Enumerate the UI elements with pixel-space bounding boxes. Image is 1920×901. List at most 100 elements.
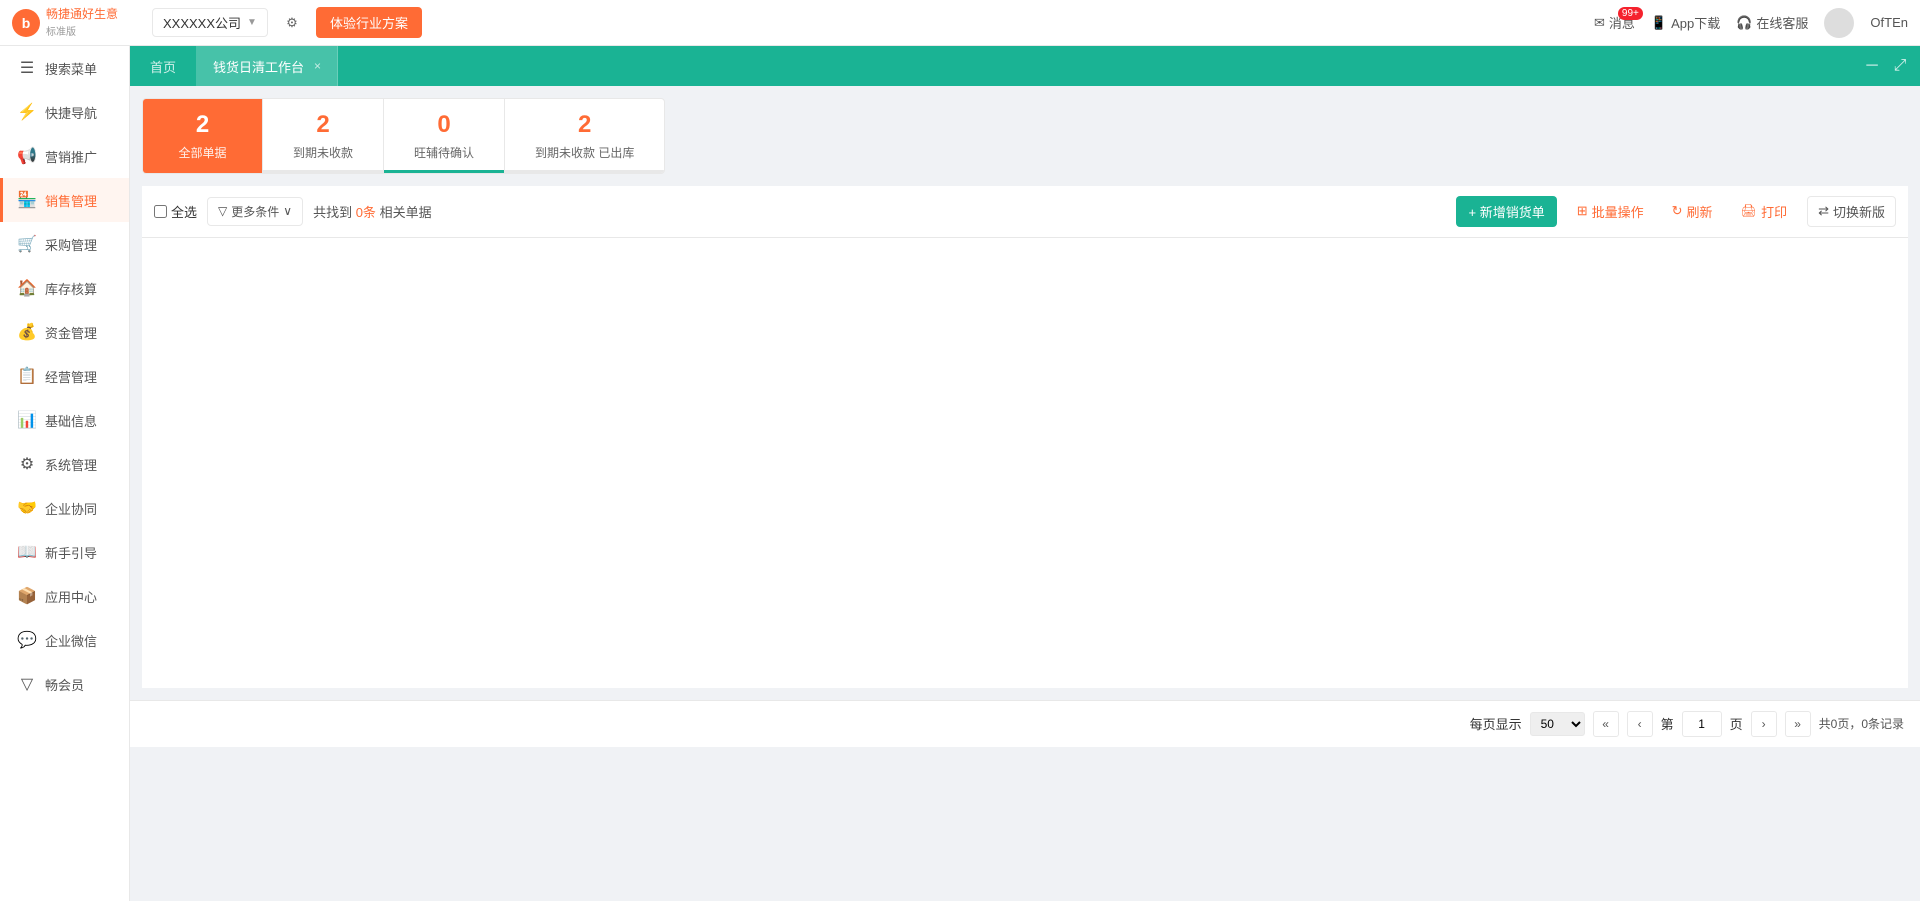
stat-card-pending[interactable]: 0 旺辅待确认 [384,99,505,173]
sidebar-item-cooperation[interactable]: 🤝 企业协同 [0,486,129,530]
batch-icon: ⊞ [1577,203,1588,219]
stat-label-all: 全部单据 [173,144,232,161]
stat-number-overdue: 2 [293,111,353,140]
new-sale-order-button[interactable]: + 新增销货单 [1456,196,1556,227]
stat-number-all: 2 [173,111,232,140]
current-page-input[interactable] [1682,711,1722,737]
sidebar-item-guide[interactable]: 📖 新手引导 [0,530,129,574]
sidebar-label-sales: 销售管理 [45,191,97,210]
sidebar-label-finance: 资金管理 [45,323,97,342]
tab-label: 钱货日清工作台 [213,57,304,76]
app-download-label: App下载 [1671,13,1720,32]
avatar-name: OfTEn [1870,15,1908,30]
sidebar-label-cooperation: 企业协同 [45,499,97,518]
sidebar-item-marketing[interactable]: 📢 营销推广 [0,134,129,178]
stat-label-pending: 旺辅待确认 [414,144,474,161]
prev-page-button[interactable]: ‹ [1627,711,1653,737]
company-name: XXXXXX公司 [163,13,241,32]
switch-icon: ⇄ [1818,203,1829,219]
app-download-button[interactable]: 📱 App下载 [1651,13,1720,32]
sidebar-item-search-menu[interactable]: ☰ 搜索菜单 [0,46,129,90]
logo-area: b 畅捷通好生意 标准版 [12,7,142,38]
stat-card-all[interactable]: 2 全部单据 [143,99,263,173]
batch-operation-button[interactable]: ⊞ 批量操作 [1569,197,1652,226]
stat-underline-overdue [263,170,383,173]
tab-minimize-button[interactable]: ─ [1860,54,1884,78]
message-icon: ✉ [1594,15,1605,31]
filter-label: 更多条件 [231,203,279,220]
found-text: 共找到 0条 相关单据 [313,202,432,221]
tab-bar-actions: ─ ⤢ [1852,46,1920,86]
page-size-select[interactable]: 50 20 100 [1530,712,1585,736]
sidebar-item-operation[interactable]: 📋 经营管理 [0,354,129,398]
sidebar-icon-base-info: 📊 [17,410,37,430]
sidebar-icon-quick-nav: ⚡ [17,102,37,122]
refresh-button[interactable]: ↻ 刷新 [1664,197,1721,226]
online-service-label: 在线客服 [1756,13,1808,32]
sidebar-label-operation: 经营管理 [45,367,97,386]
main-content: 2 全部单据 2 到期未收款 0 旺辅待确认 2 到期未收款 已出库 全选 [130,86,1920,901]
chevron-down-icon: ▼ [247,17,257,28]
sidebar-item-wechat[interactable]: 💬 企业微信 [0,618,129,662]
sidebar-item-sales[interactable]: 🏪 销售管理 [0,178,129,222]
sidebar-label-purchase: 采购管理 [45,235,97,254]
sidebar-item-inventory[interactable]: 🏠 库存核算 [0,266,129,310]
next-page-button[interactable]: › [1751,711,1777,737]
found-count: 0条 [356,205,376,220]
sidebar-icon-finance: 💰 [17,322,37,342]
stat-label-overdue: 到期未收款 [293,144,353,161]
settings-button[interactable]: ⚙ [278,9,306,37]
trial-button[interactable]: 体验行业方案 [316,7,422,38]
first-page-button[interactable]: « [1593,711,1619,737]
print-button[interactable]: 🖨 打印 [1733,197,1796,226]
page-label: 第 [1661,714,1674,733]
sidebar-item-finance[interactable]: 💰 资金管理 [0,310,129,354]
stat-underline-all [143,170,262,173]
batch-label: 批量操作 [1592,202,1644,221]
refresh-icon: ↻ [1672,203,1683,219]
page-of-label: 页 [1730,714,1743,733]
table-area: 全选 ▽ 更多条件 ∨ 共找到 0条 相关单据 + 新增销货单 [142,186,1908,688]
switch-version-button[interactable]: ⇄ 切换新版 [1807,196,1896,227]
tab-钱货日清工作台[interactable]: 钱货日清工作台 × [197,46,338,86]
sidebar-icon-sales: 🏪 [17,190,37,210]
toolbar-right: + 新增销货单 ⊞ 批量操作 ↻ 刷新 🖨 打印 ⇄ [1456,196,1896,227]
tab-bar: 首页钱货日清工作台 × ─ ⤢ [130,46,1920,86]
stat-card-overdue[interactable]: 2 到期未收款 [263,99,384,173]
sidebar-icon-operation: 📋 [17,366,37,386]
select-all-checkbox[interactable]: 全选 [154,202,197,221]
company-selector[interactable]: XXXXXX公司 ▼ [152,8,268,37]
top-header: b 畅捷通好生意 标准版 XXXXXX公司 ▼ ⚙ 体验行业方案 ✉ 消息 99… [0,0,1920,46]
filter-button[interactable]: ▽ 更多条件 ∨ [207,197,303,226]
page-size-label: 每页显示 [1470,714,1522,733]
avatar[interactable] [1824,8,1854,38]
print-icon: 🖨 [1741,203,1758,219]
sidebar-icon-wechat: 💬 [17,630,37,650]
sidebar-item-quick-nav[interactable]: ⚡ 快捷导航 [0,90,129,134]
sidebar-item-base-info[interactable]: 📊 基础信息 [0,398,129,442]
sidebar-item-member[interactable]: ▽ 畅会员 [0,662,129,706]
messages-badge: 99+ [1618,7,1643,20]
tab-首页[interactable]: 首页 [130,46,197,86]
content-area: 2 全部单据 2 到期未收款 0 旺辅待确认 2 到期未收款 已出库 全选 [130,86,1920,700]
toolbar: 全选 ▽ 更多条件 ∨ 共找到 0条 相关单据 + 新增销货单 [142,186,1908,238]
sidebar-label-marketing: 营销推广 [45,147,97,166]
sidebar-label-wechat: 企业微信 [45,631,97,650]
chevron-icon: ∨ [283,204,292,218]
sidebar-label-search-menu: 搜索菜单 [45,59,97,78]
sidebar-item-app-center[interactable]: 📦 应用中心 [0,574,129,618]
tab-maximize-button[interactable]: ⤢ [1888,54,1912,78]
online-service-button[interactable]: 🎧 在线客服 [1736,13,1808,32]
sidebar-icon-cooperation: 🤝 [17,498,37,518]
total-info: 共0页，0条记录 [1819,715,1904,732]
gear-icon: ⚙ [286,15,298,31]
sidebar-item-system[interactable]: ⚙ 系统管理 [0,442,129,486]
sidebar-icon-inventory: 🏠 [17,278,37,298]
stat-card-overdue-shipped[interactable]: 2 到期未收款 已出库 [505,99,664,173]
tab-close-icon[interactable]: × [314,59,321,73]
last-page-button[interactable]: » [1785,711,1811,737]
sidebar-item-purchase[interactable]: 🛒 采购管理 [0,222,129,266]
sidebar-icon-marketing: 📢 [17,146,37,166]
messages-button[interactable]: ✉ 消息 99+ [1594,13,1635,32]
select-all-input[interactable] [154,205,167,218]
